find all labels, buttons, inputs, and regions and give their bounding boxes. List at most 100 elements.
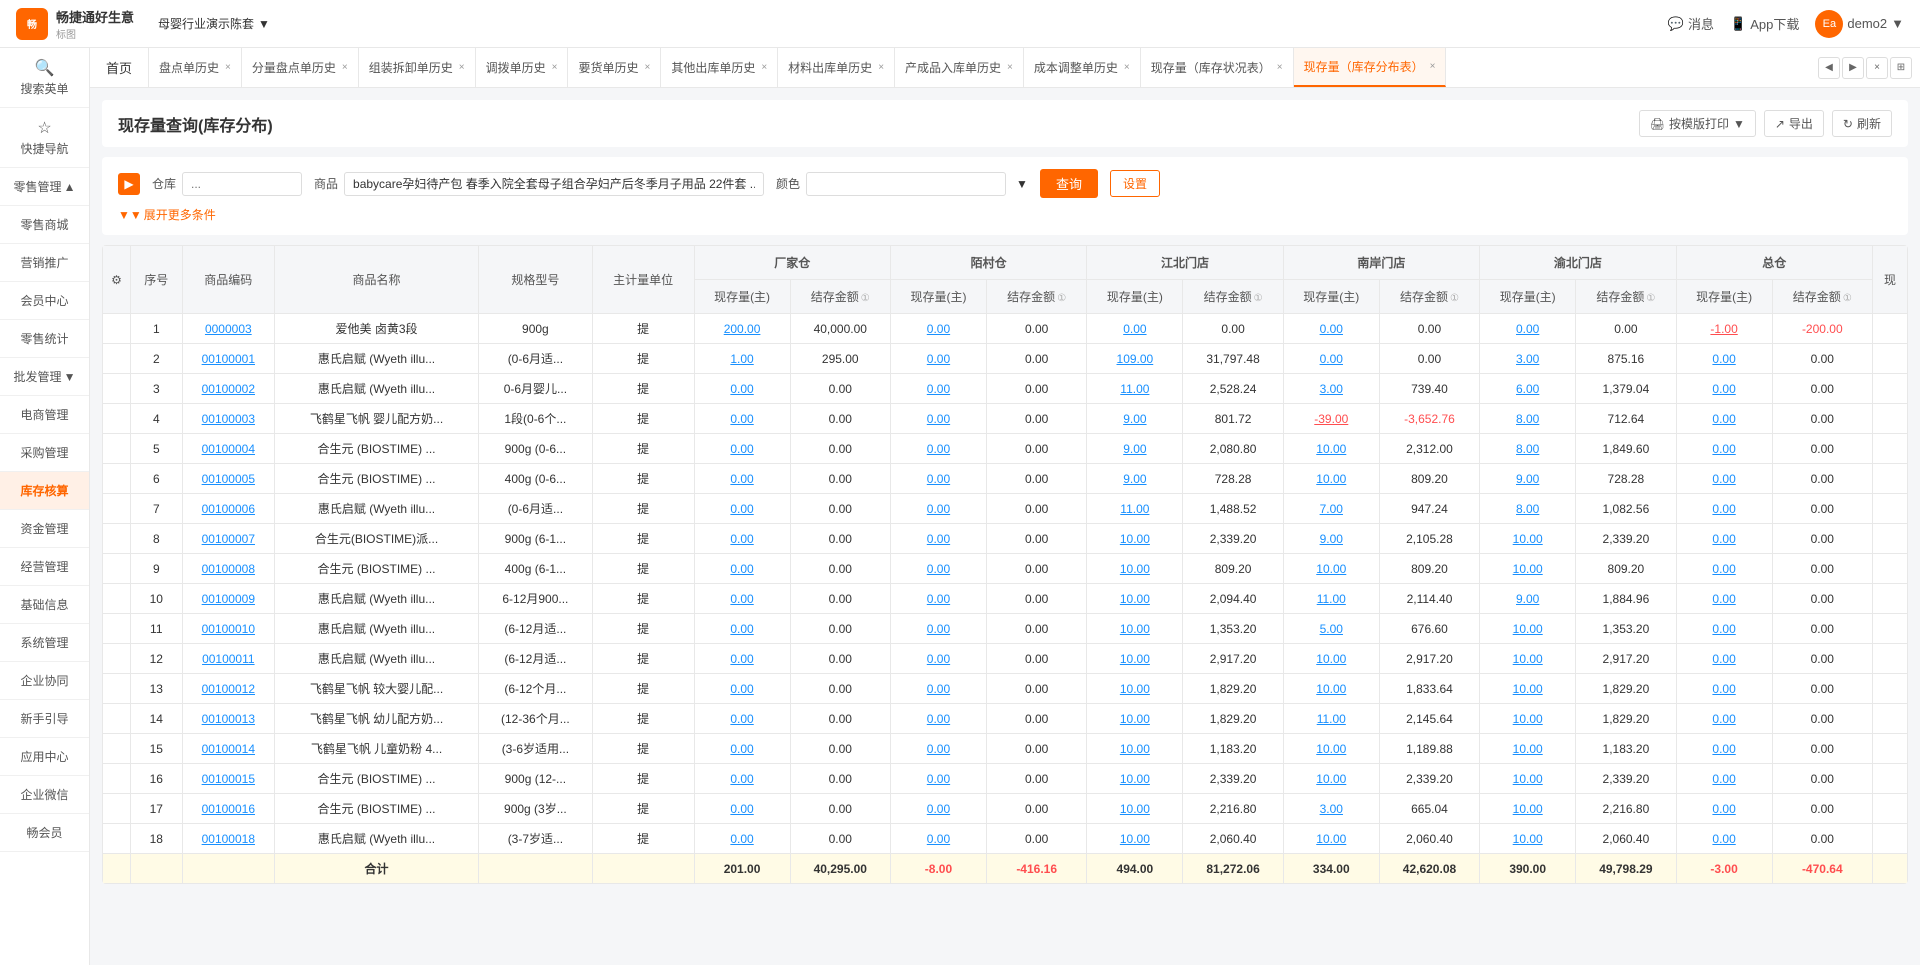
row-tot-stock[interactable]: 0.00 bbox=[1676, 584, 1772, 614]
row-c2-stock[interactable]: 0.00 bbox=[890, 464, 986, 494]
row-code[interactable]: 00100007 bbox=[182, 524, 275, 554]
sidebar-item-basic-info[interactable]: 基础信息 bbox=[0, 586, 89, 624]
tabs-expand-btn[interactable]: ⊞ bbox=[1890, 57, 1912, 79]
info-icon[interactable]: ① bbox=[861, 293, 870, 304]
row-c1-stock[interactable]: 0.00 bbox=[694, 464, 790, 494]
row-c4-stock[interactable]: 10.00 bbox=[1283, 434, 1379, 464]
tab-fenpandian[interactable]: 分量盘点单历史 × bbox=[242, 48, 359, 87]
row-settings[interactable] bbox=[103, 494, 131, 524]
sidebar-item-nav[interactable]: ☆ 快捷导航 bbox=[0, 108, 89, 168]
row-c3-stock[interactable]: 10.00 bbox=[1087, 734, 1183, 764]
sidebar-item-ecommerce[interactable]: 电商管理 bbox=[0, 396, 89, 434]
row-tot-stock[interactable]: 0.00 bbox=[1676, 404, 1772, 434]
row-c5-stock[interactable]: 10.00 bbox=[1480, 734, 1576, 764]
info-icon[interactable]: ① bbox=[1057, 293, 1066, 304]
row-c2-stock[interactable]: 0.00 bbox=[890, 554, 986, 584]
tab-close-icon[interactable]: × bbox=[1007, 62, 1013, 73]
row-code[interactable]: 00100011 bbox=[182, 644, 275, 674]
row-c2-stock[interactable]: 0.00 bbox=[890, 344, 986, 374]
row-c4-stock[interactable]: 5.00 bbox=[1283, 614, 1379, 644]
sidebar-item-marketing[interactable]: 营销推广 bbox=[0, 244, 89, 282]
sidebar-item-wechat-work[interactable]: 企业微信 bbox=[0, 776, 89, 814]
row-c5-stock[interactable]: 8.00 bbox=[1480, 404, 1576, 434]
tab-close-icon[interactable]: × bbox=[342, 62, 348, 73]
row-c3-stock[interactable]: 10.00 bbox=[1087, 584, 1183, 614]
row-settings[interactable] bbox=[103, 374, 131, 404]
row-tot-stock[interactable]: 0.00 bbox=[1676, 494, 1772, 524]
row-c5-stock[interactable]: 0.00 bbox=[1480, 314, 1576, 344]
tab-close-icon[interactable]: × bbox=[459, 62, 465, 73]
tab-cost-adjust[interactable]: 成本调整单历史 × bbox=[1024, 48, 1141, 87]
row-code[interactable]: 00100004 bbox=[182, 434, 275, 464]
settings-button[interactable]: 设置 bbox=[1110, 170, 1160, 197]
row-tot-stock[interactable]: -1.00 bbox=[1676, 314, 1772, 344]
row-c3-stock[interactable]: 10.00 bbox=[1087, 794, 1183, 824]
row-settings[interactable] bbox=[103, 584, 131, 614]
row-c5-stock[interactable]: 10.00 bbox=[1480, 704, 1576, 734]
row-c3-stock[interactable]: 10.00 bbox=[1087, 614, 1183, 644]
row-c5-stock[interactable]: 8.00 bbox=[1480, 494, 1576, 524]
tabs-close-btn[interactable]: × bbox=[1866, 57, 1888, 79]
row-c1-stock[interactable]: 0.00 bbox=[694, 734, 790, 764]
row-c1-stock[interactable]: 0.00 bbox=[694, 764, 790, 794]
sidebar-item-wholesale[interactable]: 批发管理 ▼ bbox=[0, 358, 89, 396]
color-input[interactable] bbox=[806, 172, 1006, 196]
tabs-next-btn[interactable]: ▶ bbox=[1842, 57, 1864, 79]
row-code[interactable]: 00100002 bbox=[182, 374, 275, 404]
row-settings[interactable] bbox=[103, 644, 131, 674]
row-c4-stock[interactable]: 11.00 bbox=[1283, 704, 1379, 734]
row-settings[interactable] bbox=[103, 794, 131, 824]
row-settings[interactable] bbox=[103, 734, 131, 764]
row-tot-stock[interactable]: 0.00 bbox=[1676, 734, 1772, 764]
sidebar-item-chang-member[interactable]: 畅会员 bbox=[0, 814, 89, 852]
row-c3-stock[interactable]: 10.00 bbox=[1087, 644, 1183, 674]
row-c3-stock[interactable]: 10.00 bbox=[1087, 764, 1183, 794]
row-code[interactable]: 00100009 bbox=[182, 584, 275, 614]
row-c1-stock[interactable]: 0.00 bbox=[694, 614, 790, 644]
row-c5-stock[interactable]: 10.00 bbox=[1480, 614, 1576, 644]
row-c5-stock[interactable]: 10.00 bbox=[1480, 674, 1576, 704]
row-c4-stock[interactable]: 10.00 bbox=[1283, 734, 1379, 764]
row-c5-stock[interactable]: 10.00 bbox=[1480, 524, 1576, 554]
row-c2-stock[interactable]: 0.00 bbox=[890, 764, 986, 794]
row-settings[interactable] bbox=[103, 704, 131, 734]
row-tot-stock[interactable]: 0.00 bbox=[1676, 464, 1772, 494]
sidebar-item-member[interactable]: 会员中心 bbox=[0, 282, 89, 320]
tabs-prev-btn[interactable]: ◀ bbox=[1818, 57, 1840, 79]
row-c4-stock[interactable]: 10.00 bbox=[1283, 764, 1379, 794]
info-icon[interactable]: ① bbox=[1450, 293, 1459, 304]
row-tot-stock[interactable]: 0.00 bbox=[1676, 704, 1772, 734]
row-c2-stock[interactable]: 0.00 bbox=[890, 374, 986, 404]
user-menu[interactable]: Ea demo2 ▼ bbox=[1815, 10, 1904, 38]
row-tot-stock[interactable]: 0.00 bbox=[1676, 374, 1772, 404]
sidebar-item-search[interactable]: 🔍 搜索英单 bbox=[0, 48, 89, 108]
message-btn[interactable]: 💬 消息 bbox=[1668, 14, 1714, 33]
sidebar-item-inventory[interactable]: 库存核算 bbox=[0, 472, 89, 510]
row-tot-stock[interactable]: 0.00 bbox=[1676, 554, 1772, 584]
tab-close-icon[interactable]: × bbox=[225, 62, 231, 73]
row-settings[interactable] bbox=[103, 434, 131, 464]
sidebar-item-finance[interactable]: 资金管理 bbox=[0, 510, 89, 548]
row-code[interactable]: 00100006 bbox=[182, 494, 275, 524]
tab-material-out[interactable]: 材料出库单历史 × bbox=[778, 48, 895, 87]
row-c1-stock[interactable]: 0.00 bbox=[694, 674, 790, 704]
row-c4-stock[interactable]: 10.00 bbox=[1283, 644, 1379, 674]
row-c5-stock[interactable]: 10.00 bbox=[1480, 554, 1576, 584]
row-c2-stock[interactable]: 0.00 bbox=[890, 644, 986, 674]
row-code[interactable]: 00100005 bbox=[182, 464, 275, 494]
row-c3-stock[interactable]: 10.00 bbox=[1087, 704, 1183, 734]
row-c4-stock[interactable]: 3.00 bbox=[1283, 374, 1379, 404]
search-button[interactable]: 查询 bbox=[1040, 169, 1098, 198]
row-c2-stock[interactable]: 0.00 bbox=[890, 404, 986, 434]
row-c5-stock[interactable]: 8.00 bbox=[1480, 434, 1576, 464]
toggle-arrow[interactable]: ▶ bbox=[118, 173, 140, 195]
tab-close-icon[interactable]: × bbox=[878, 62, 884, 73]
row-c4-stock[interactable]: -39.00 bbox=[1283, 404, 1379, 434]
row-c1-stock[interactable]: 0.00 bbox=[694, 794, 790, 824]
row-c2-stock[interactable]: 0.00 bbox=[890, 494, 986, 524]
row-c4-stock[interactable]: 11.00 bbox=[1283, 584, 1379, 614]
row-c5-stock[interactable]: 10.00 bbox=[1480, 764, 1576, 794]
row-c4-stock[interactable]: 7.00 bbox=[1283, 494, 1379, 524]
tab-stock-dist[interactable]: 现存量（库存分布表） × bbox=[1294, 48, 1447, 87]
row-c4-stock[interactable]: 10.00 bbox=[1283, 674, 1379, 704]
